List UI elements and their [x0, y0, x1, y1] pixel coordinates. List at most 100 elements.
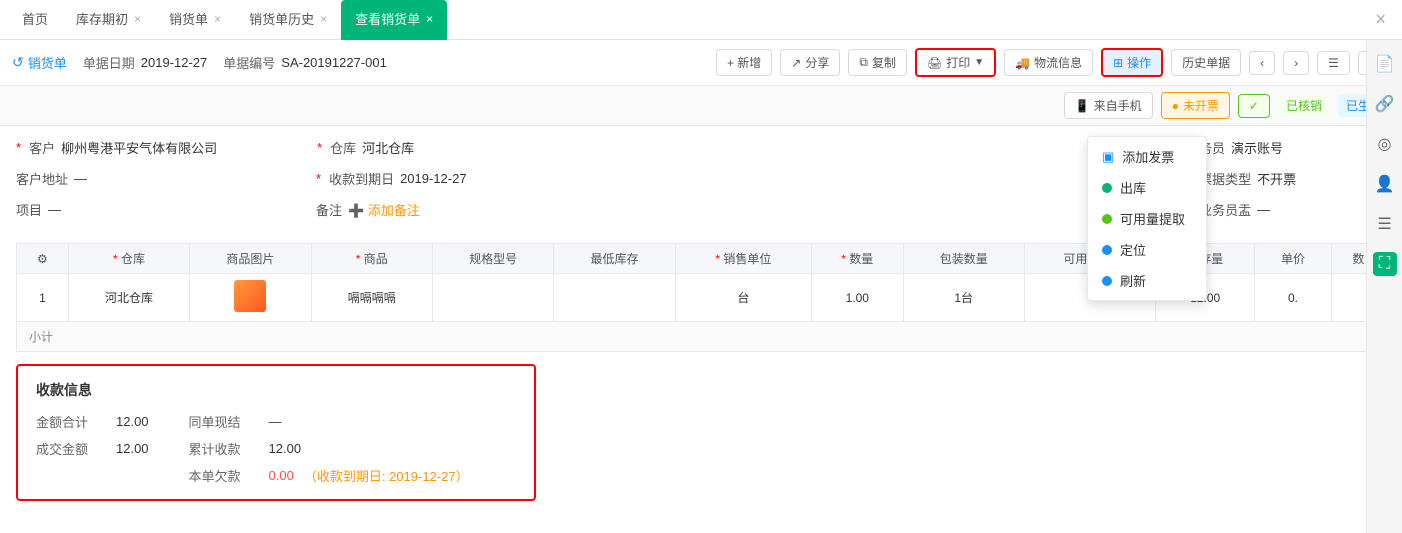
- project-field: 项目 —: [16, 200, 216, 219]
- action-bar: + 新增 ↗ 分享 ⧉ 复制 🖨 打印 ▼ 🚚 物流信息 ⊞ 操作: [716, 48, 1390, 77]
- dropdown-available-qty[interactable]: 可用量提取: [1088, 203, 1206, 234]
- tab-bar-close-button[interactable]: ×: [1367, 9, 1394, 30]
- col-settings[interactable]: ⚙: [17, 244, 69, 274]
- sidebar-icon-expand[interactable]: ⛶: [1373, 252, 1397, 276]
- col-quantity: * 数量: [812, 244, 904, 274]
- grid-icon: ⊞: [1113, 56, 1123, 70]
- col-product: * 商品: [311, 244, 432, 274]
- invoice-status-btn[interactable]: ● 未开票: [1161, 92, 1230, 119]
- cell-unit-price: 0.: [1255, 274, 1332, 322]
- doc-type-badge: ↺ 销货单: [12, 53, 67, 72]
- truck-icon: 🚚: [1015, 56, 1030, 70]
- sidebar-icon-circle[interactable]: ◎: [1373, 132, 1397, 156]
- tab-sales-history-close[interactable]: ×: [320, 12, 327, 26]
- locate-dot: [1102, 245, 1112, 255]
- available-qty-dot: [1102, 214, 1112, 224]
- prev-button[interactable]: ‹: [1249, 51, 1275, 75]
- tab-sales-order[interactable]: 销货单 ×: [155, 0, 235, 40]
- col-pack-qty: 包装数量: [903, 244, 1024, 274]
- share-button[interactable]: ↗ 分享: [780, 49, 840, 76]
- payment-rows: 金额合计 12.00 成交金额 12.00 同单现结 — 累计收款 12.00: [36, 412, 516, 485]
- dropdown-outbound[interactable]: 出库: [1088, 172, 1206, 203]
- print-icon: 🖨: [927, 56, 942, 70]
- next-button[interactable]: ›: [1283, 51, 1309, 75]
- dropdown-locate[interactable]: 定位: [1088, 234, 1206, 265]
- payment-owed-row: 本单欠款 0.00 （收款到期日: 2019-12-27）: [189, 466, 469, 485]
- dropdown-refresh[interactable]: 刷新: [1088, 265, 1206, 296]
- product-thumbnail: [234, 280, 266, 312]
- secondary-bar: 📱 来自手机 ● 未开票 ✓ 已核销 已生效: [0, 86, 1402, 126]
- add-remark-btn[interactable]: ➕ 添加备注: [348, 200, 420, 219]
- tab-sales-order-close[interactable]: ×: [214, 12, 221, 26]
- doc-toolbar: ↺ 销货单 单据日期 2019-12-27 单据编号 SA-20191227-0…: [0, 40, 1402, 86]
- payment-deal-row: 成交金额 12.00: [36, 439, 149, 458]
- content-area: ↺ 销货单 单据日期 2019-12-27 单据编号 SA-20191227-0…: [0, 40, 1402, 533]
- operation-button[interactable]: ⊞ 操作: [1101, 48, 1163, 77]
- doc-date-field: 单据日期 2019-12-27: [83, 53, 208, 72]
- subtotal-row: 小计: [17, 322, 1386, 352]
- payment-col-left: 金额合计 12.00 成交金额 12.00: [36, 412, 149, 485]
- confirm-btn[interactable]: ✓: [1238, 94, 1270, 118]
- tab-inventory-init-close[interactable]: ×: [134, 12, 141, 26]
- doc-number-field: 单据编号 SA-20191227-001: [223, 53, 387, 72]
- copy-button[interactable]: ⧉ 复制: [848, 49, 907, 76]
- new-button[interactable]: + 新增: [716, 49, 772, 76]
- cell-spec: [432, 274, 553, 322]
- phone-icon: 📱: [1075, 99, 1090, 113]
- tab-view-sales[interactable]: 查看销货单 ×: [341, 0, 447, 40]
- remark-field: 备注 ➕ 添加备注: [316, 200, 516, 219]
- outbound-dot: [1102, 183, 1112, 193]
- history-button[interactable]: 历史单据: [1171, 49, 1241, 76]
- col-warehouse: * 仓库: [68, 244, 189, 274]
- ticket-field: * 票据类型 不开票: [1186, 169, 1386, 188]
- payment-cumulative-row: 累计收款 12.00: [189, 439, 469, 458]
- tab-view-sales-close[interactable]: ×: [426, 12, 433, 26]
- logistics-button[interactable]: 🚚 物流信息: [1004, 49, 1093, 76]
- cell-pack-qty: 1台: [903, 274, 1024, 322]
- col-unit-price: 单价: [1255, 244, 1332, 274]
- tab-home[interactable]: 首页: [8, 0, 62, 40]
- payment-title: 收款信息: [36, 380, 516, 400]
- view-toggle-list[interactable]: ☰: [1317, 51, 1350, 75]
- subtotal-label: 小计: [17, 322, 1386, 352]
- check-icon: ✓: [1249, 99, 1259, 113]
- cell-quantity: 1.00: [812, 274, 904, 322]
- cell-warehouse: 河北仓库: [68, 274, 189, 322]
- salesperson-field: * 业务员盂 —: [1186, 200, 1386, 219]
- warehouse-field: * 仓库 河北仓库: [317, 138, 517, 157]
- right-sidebar: 📄 🔗 ◎ 👤 ☰ ⛶: [1366, 40, 1402, 533]
- doc-info: ↺ 销货单 单据日期 2019-12-27 单据编号 SA-20191227-0…: [12, 53, 700, 72]
- phone-source-btn[interactable]: 📱 来自手机: [1064, 92, 1153, 119]
- customer-field: * 客户 柳州粤港平安气体有限公司: [16, 138, 217, 157]
- employee-field: 业务员 演示账号: [1186, 138, 1386, 157]
- sidebar-icon-document[interactable]: 📄: [1373, 52, 1397, 76]
- payment-info: 收款信息 金额合计 12.00 成交金额 12.00 同单现结 — 累计收款: [16, 364, 536, 501]
- cell-min-stock: [554, 274, 675, 322]
- dropdown-add-invoice[interactable]: ▣ 添加发票: [1088, 141, 1206, 172]
- payment-total-row: 金额合计 12.00: [36, 412, 149, 431]
- circle-icon: ●: [1172, 99, 1179, 113]
- address-field: 客户地址 —: [16, 169, 216, 188]
- sidebar-icon-link[interactable]: 🔗: [1373, 92, 1397, 116]
- tab-sales-history[interactable]: 销货单历史 ×: [235, 0, 341, 40]
- invoice-icon: ▣: [1102, 149, 1114, 165]
- col-spec: 规格型号: [432, 244, 553, 274]
- tab-inventory-init[interactable]: 库存期初 ×: [62, 0, 155, 40]
- col-min-stock: 最低库存: [554, 244, 675, 274]
- col-unit: * 销售单位: [675, 244, 811, 274]
- sidebar-icon-list[interactable]: ☰: [1373, 212, 1397, 236]
- sidebar-icon-person[interactable]: 👤: [1373, 172, 1397, 196]
- refresh-dot: [1102, 276, 1112, 286]
- cell-product: 嗝嗝嗝嗝: [311, 274, 432, 322]
- cell-unit: 台: [675, 274, 811, 322]
- payment-date-field: * 收款到期日 2019-12-27: [316, 169, 516, 188]
- cell-index: 1: [17, 274, 69, 322]
- operation-dropdown: ▣ 添加发票 出库 可用量提取 定位 刷新: [1087, 136, 1207, 301]
- confirmed-status: 已核销: [1278, 94, 1330, 117]
- print-button[interactable]: 🖨 打印 ▼: [915, 48, 996, 77]
- tab-bar: 首页 库存期初 × 销货单 × 销货单历史 × 查看销货单 × ×: [0, 0, 1402, 40]
- payment-col-right: 同单现结 — 累计收款 12.00 本单欠款 0.00 （收款到期日: 2019…: [189, 412, 469, 485]
- payment-same-settlement-row: 同单现结 —: [189, 412, 469, 431]
- col-product-img: 商品图片: [190, 244, 311, 274]
- cell-product-img: [190, 274, 311, 322]
